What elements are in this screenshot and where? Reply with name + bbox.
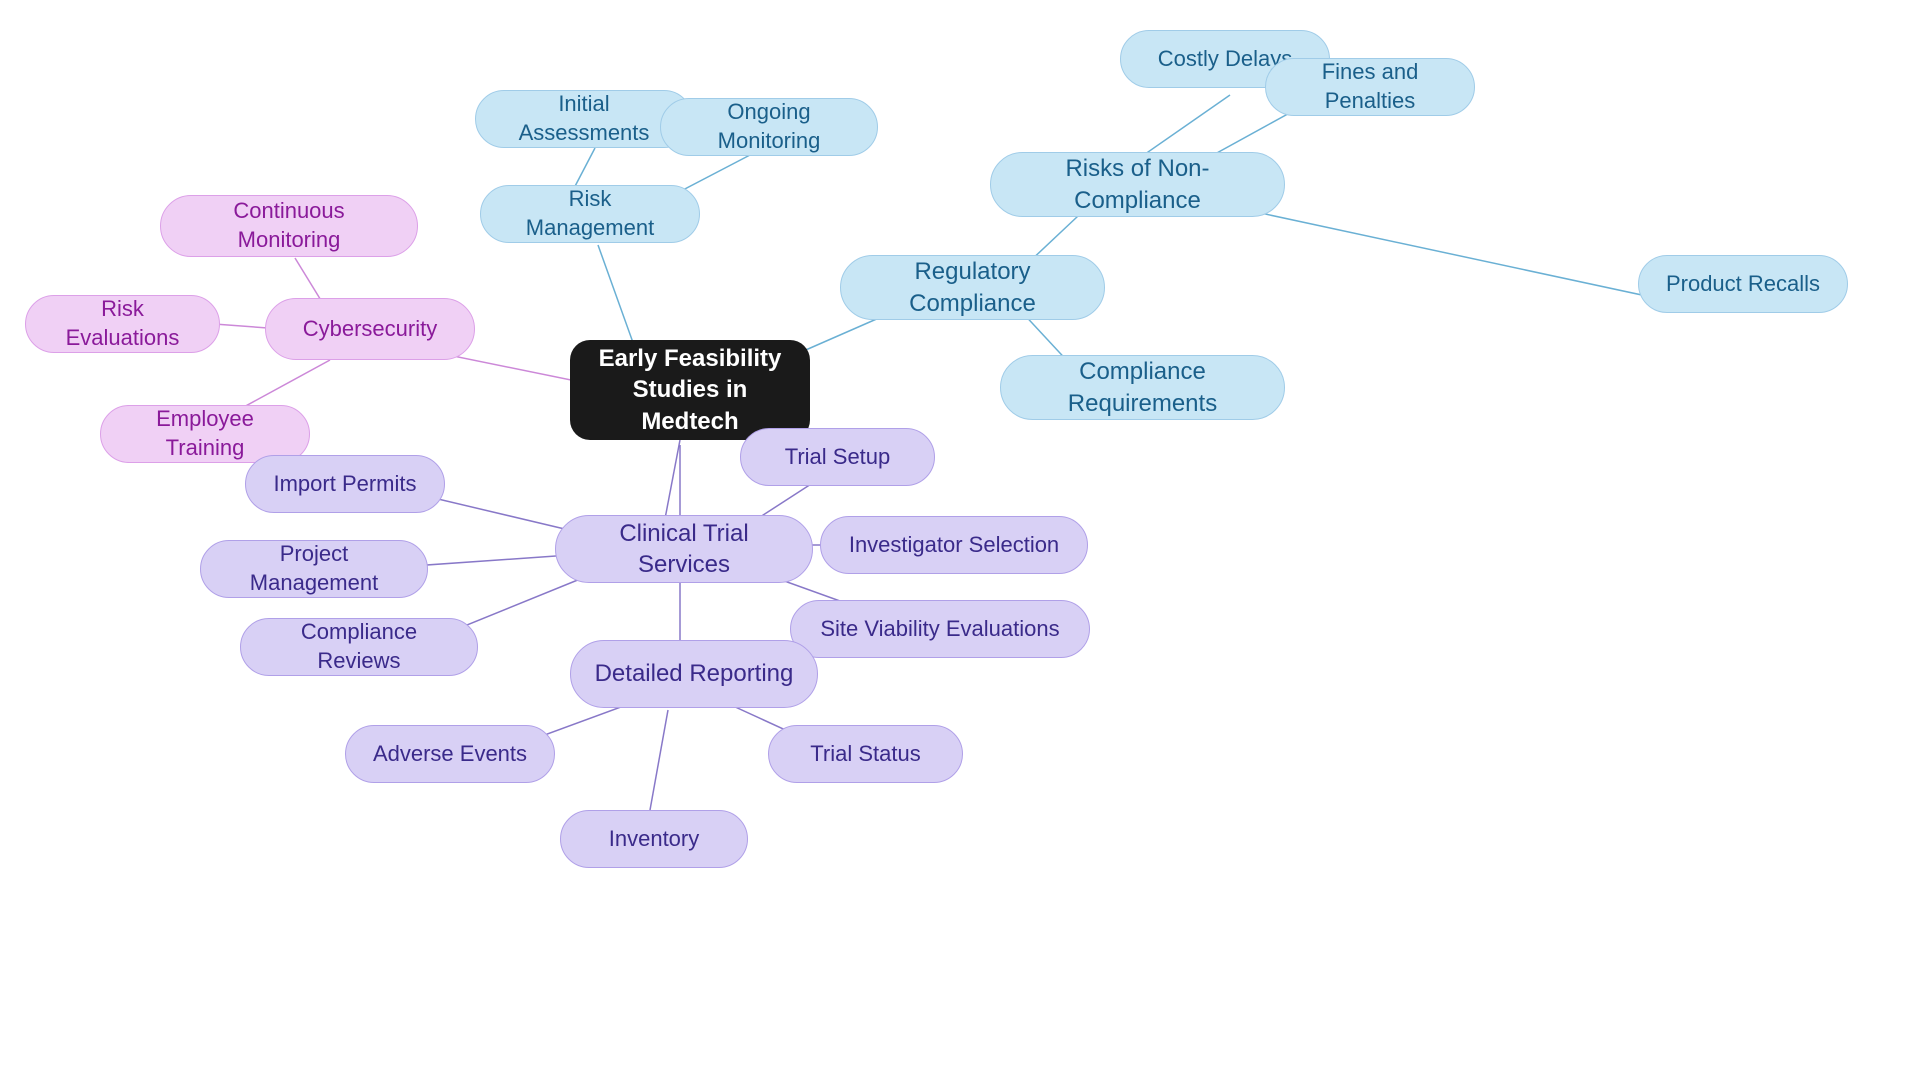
adverse-events-node: Adverse Events bbox=[345, 725, 555, 783]
investigator-selection-node: Investigator Selection bbox=[820, 516, 1088, 574]
inventory-node: Inventory bbox=[560, 810, 748, 868]
compliance-reviews-node: Compliance Reviews bbox=[240, 618, 478, 676]
trial-setup-node: Trial Setup bbox=[740, 428, 935, 486]
detailed-reporting-node: Detailed Reporting bbox=[570, 640, 818, 708]
center-node: Early Feasibility Studies in Medtech bbox=[570, 340, 810, 440]
risk-evaluations-node: Risk Evaluations bbox=[25, 295, 220, 353]
site-viability-evaluations-node: Site Viability Evaluations bbox=[790, 600, 1090, 658]
ongoing-monitoring-node: Ongoing Monitoring bbox=[660, 98, 878, 156]
project-management-node: Project Management bbox=[200, 540, 428, 598]
clinical-trial-services-node: Clinical Trial Services bbox=[555, 515, 813, 583]
compliance-requirements-node: Compliance Requirements bbox=[1000, 355, 1285, 420]
cybersecurity-node: Cybersecurity bbox=[265, 298, 475, 360]
regulatory-compliance-node: Regulatory Compliance bbox=[840, 255, 1105, 320]
product-recalls-node: Product Recalls bbox=[1638, 255, 1848, 313]
trial-status-node: Trial Status bbox=[768, 725, 963, 783]
import-permits-node: Import Permits bbox=[245, 455, 445, 513]
risk-management-node: Risk Management bbox=[480, 185, 700, 243]
fines-penalties-node: Fines and Penalties bbox=[1265, 58, 1475, 116]
risks-non-compliance-node: Risks of Non-Compliance bbox=[990, 152, 1285, 217]
continuous-monitoring-node: Continuous Monitoring bbox=[160, 195, 418, 257]
